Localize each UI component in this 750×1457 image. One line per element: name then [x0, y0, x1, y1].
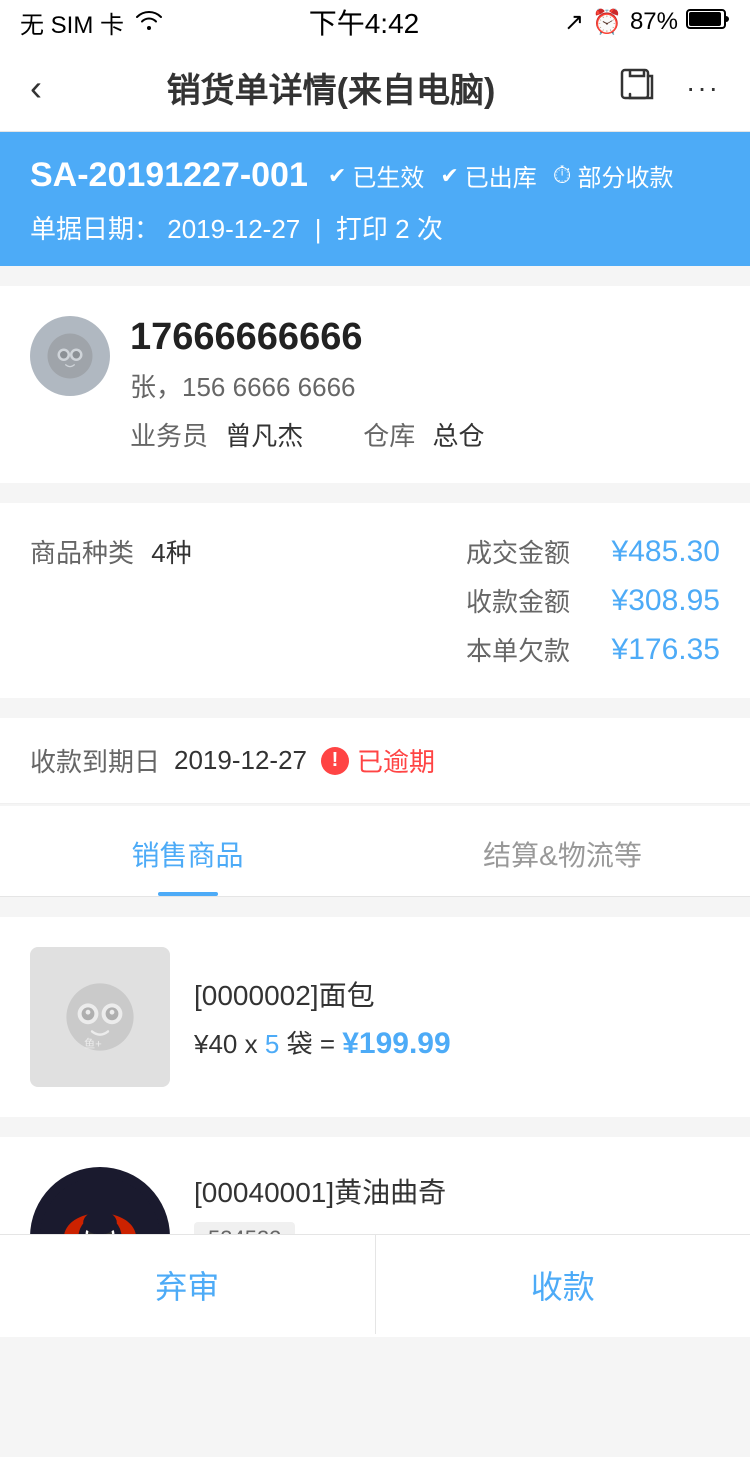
tab-settlement-logistics[interactable]: 结算&物流等	[375, 806, 750, 896]
customer-section: 17666666666 张，156 6666 6666 业务员 曾凡杰 仓库 总…	[0, 286, 750, 483]
nav-bar: ‹ 销货单详情(来自电脑) ···	[0, 44, 750, 132]
due-date-label: 收款到期日	[30, 742, 160, 779]
product-thumbnail-1: 鱼+	[30, 947, 170, 1087]
product-unit-1: 袋	[287, 1029, 313, 1059]
product-info-1: [0000002]面包 ¥40 x 5 袋 = ¥199.99	[194, 974, 720, 1061]
carrier-text: 无 SIM 卡	[20, 5, 124, 40]
overdue-badge: ! 已逾期	[321, 742, 435, 779]
product-name-2: [00040001]黄油曲奇	[194, 1171, 720, 1211]
badge-partial-payment: ⏱ 部分收款	[553, 158, 674, 193]
product-count: 商品种类 4种	[30, 533, 192, 570]
transaction-label: 成交金额	[466, 533, 570, 570]
transaction-amount-row: 成交金额 ¥485.30	[466, 533, 720, 570]
check-icon-1: ✔	[328, 163, 346, 189]
nav-right-actions: ···	[620, 66, 720, 110]
overdue-dot-icon: !	[321, 747, 349, 775]
back-button[interactable]: ‹	[30, 67, 42, 109]
warehouse-value: 总仓	[433, 421, 485, 451]
customer-name: 张，156 6666 6666	[130, 367, 720, 404]
customer-meta: 业务员 曾凡杰 仓库 总仓	[130, 416, 720, 453]
owed-amount-row: 本单欠款 ¥176.35	[466, 631, 720, 668]
alarm-icon: ⏰	[592, 8, 622, 37]
overdue-text: 已逾期	[357, 742, 435, 779]
bottom-action-bar: 弃审 收款	[0, 1234, 750, 1334]
order-header-banner: SA-20191227-001 ✔ 已生效 ✔ 已出库 ⏱ 部分收款 单据日期：…	[0, 132, 750, 266]
salesperson-value: 曾凡杰	[225, 421, 303, 451]
salesperson-label: 业务员	[130, 421, 208, 451]
product-qty-1: 5	[265, 1029, 279, 1059]
product-count-label: 商品种类	[30, 538, 134, 568]
collected-value: ¥308.95	[590, 584, 720, 618]
clock-icon: ⏱	[553, 162, 572, 190]
check-icon-2: ✔	[440, 163, 458, 189]
order-date-info: 单据日期： 2019-12-27 | 打印 2 次	[30, 209, 720, 246]
due-date-section: 收款到期日 2019-12-27 ! 已逾期	[0, 718, 750, 804]
more-icon[interactable]: ···	[686, 72, 720, 104]
badge-shipped: ✔ 已出库	[440, 158, 536, 193]
amount-section: 商品种类 4种 成交金额 ¥485.30 收款金额 ¥308.95 本单欠款 ¥…	[0, 503, 750, 698]
transaction-value: ¥485.30	[590, 535, 720, 569]
order-badges: ✔ 已生效 ✔ 已出库 ⏱ 部分收款	[328, 158, 674, 193]
customer-info: 17666666666 张，156 6666 6666 业务员 曾凡杰 仓库 总…	[130, 316, 720, 453]
status-bar-right: ↗ ⏰ 87%	[564, 8, 730, 37]
product-name-1: [0000002]面包	[194, 974, 720, 1014]
badge-effective: ✔ 已生效	[328, 158, 424, 193]
svg-text:鱼+: 鱼+	[84, 1036, 102, 1050]
collected-label: 收款金额	[466, 582, 570, 619]
tabs-section: 销售商品 结算&物流等	[0, 806, 750, 897]
location-icon: ↗	[564, 8, 584, 37]
battery-icon	[686, 8, 730, 37]
product-total-1: ¥199.99	[342, 1027, 450, 1060]
status-bar: 无 SIM 卡 下午4:42 ↗ ⏰ 87%	[0, 0, 750, 44]
cancel-review-button[interactable]: 弃审	[0, 1235, 376, 1334]
product-price-row-1: ¥40 x 5 袋 = ¥199.99	[194, 1024, 720, 1061]
customer-avatar	[30, 316, 110, 396]
collect-payment-button[interactable]: 收款	[376, 1235, 750, 1334]
wifi-icon	[134, 8, 164, 37]
warehouse-label: 仓库	[363, 421, 415, 451]
collected-amount-row: 收款金额 ¥308.95	[466, 582, 720, 619]
share-icon[interactable]	[620, 66, 656, 110]
battery-text: 87%	[630, 8, 678, 36]
amount-details: 成交金额 ¥485.30 收款金额 ¥308.95 本单欠款 ¥176.35	[466, 533, 720, 668]
product-price-1: ¥40	[194, 1029, 237, 1059]
owed-label: 本单欠款	[466, 631, 570, 668]
due-date-value: 2019-12-27	[174, 745, 307, 776]
status-bar-left: 无 SIM 卡	[20, 5, 164, 40]
order-id: SA-20191227-001	[30, 156, 308, 195]
product-item: 鱼+ [0000002]面包 ¥40 x 5 袋 = ¥199.99	[0, 917, 750, 1117]
product-count-value: 4种	[151, 538, 191, 568]
owed-value: ¥176.35	[590, 633, 720, 667]
status-bar-time: 下午4:42	[309, 2, 420, 42]
tab-sales-products[interactable]: 销售商品	[0, 806, 375, 896]
customer-phone: 17666666666	[130, 316, 720, 359]
page-title: 销货单详情(来自电脑)	[167, 63, 496, 112]
